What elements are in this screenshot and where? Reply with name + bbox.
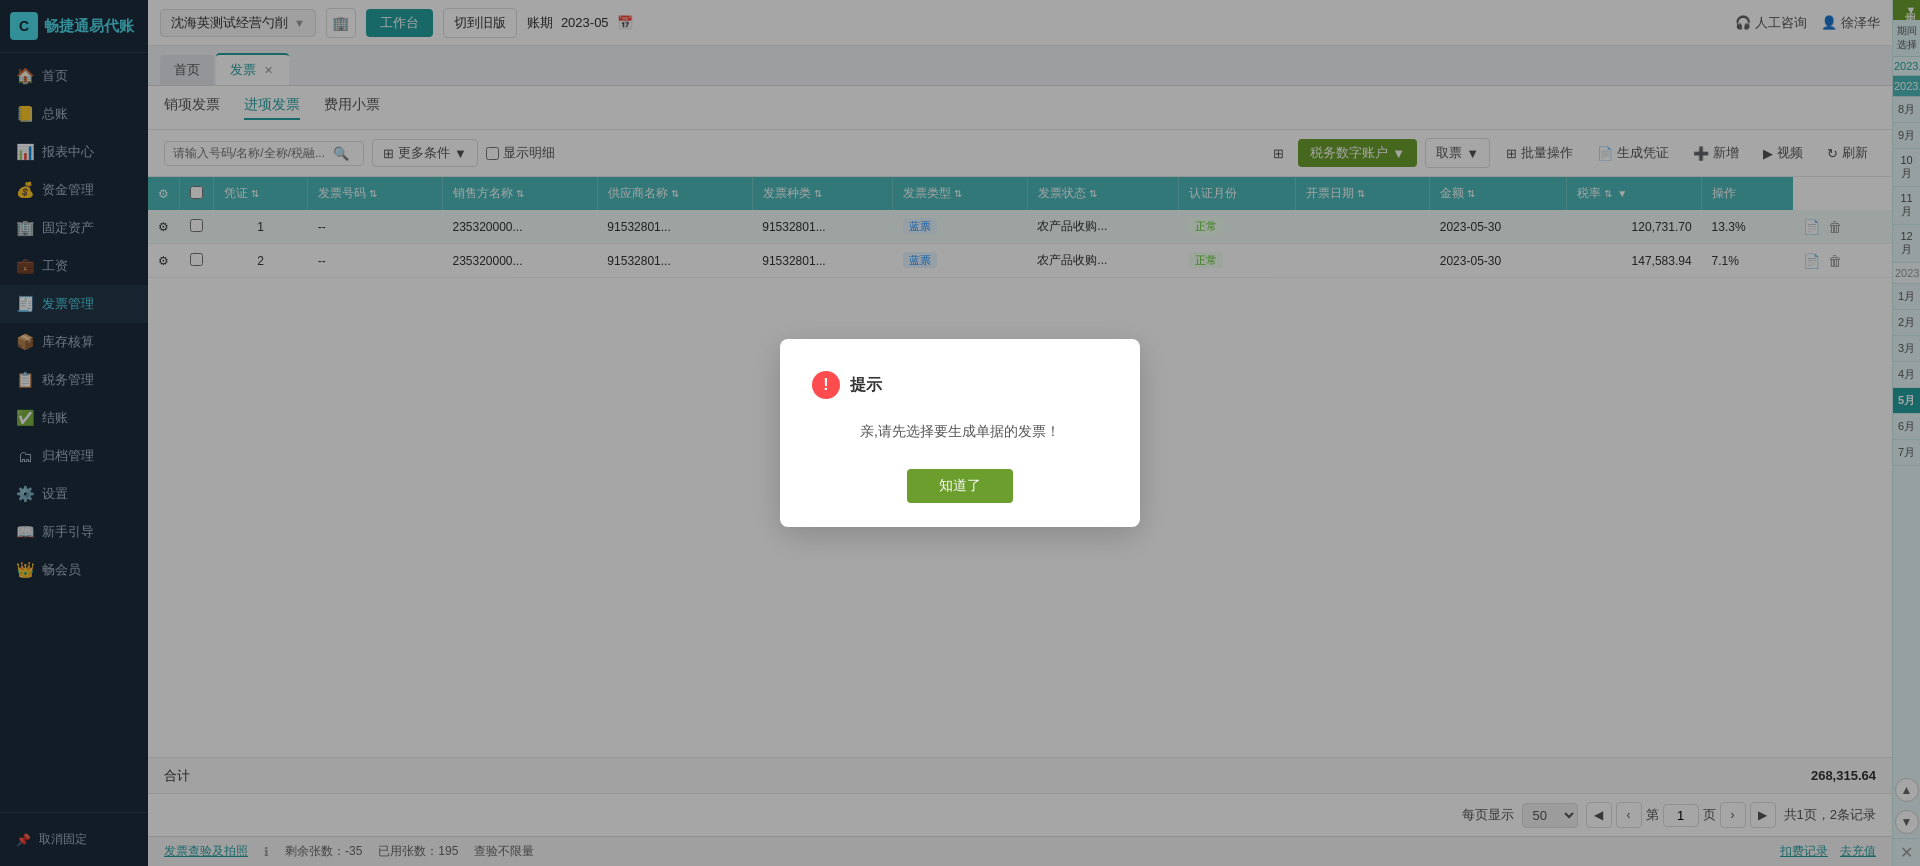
modal-message: 亲,请先选择要生成单据的发票！: [860, 415, 1060, 449]
modal-warning-icon: !: [812, 371, 840, 399]
modal-header: ! 提示: [812, 371, 1108, 399]
modal-box: ! 提示 亲,请先选择要生成单据的发票！ 知道了: [780, 339, 1140, 527]
modal-confirm-button[interactable]: 知道了: [907, 469, 1013, 503]
modal-overlay: ! 提示 亲,请先选择要生成单据的发票！ 知道了: [0, 0, 1920, 866]
exclamation-icon: !: [823, 376, 828, 394]
modal-title: 提示: [850, 375, 882, 396]
